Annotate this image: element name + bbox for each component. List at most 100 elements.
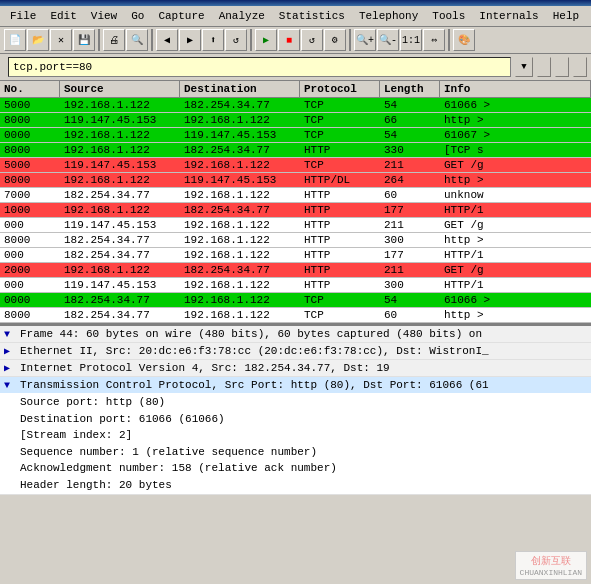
packet-cell-info: http > <box>440 173 591 187</box>
packet-cell-length: 60 <box>380 188 440 202</box>
menu-tools[interactable]: Tools <box>426 8 471 24</box>
packet-cell-info: HTTP/1 <box>440 278 591 292</box>
packet-cell-dest: 192.168.1.122 <box>180 218 300 232</box>
packet-cell-info: unknow <box>440 188 591 202</box>
packet-cell-info: HTTP/1 <box>440 203 591 217</box>
filter-clear-btn[interactable] <box>555 57 569 77</box>
packet-cell-protocol: TCP <box>300 158 380 172</box>
watermark-logo: 创新互联 <box>520 554 582 568</box>
btn-color[interactable]: 🎨 <box>453 29 475 51</box>
col-info[interactable]: Info <box>440 81 591 97</box>
filter-apply-btn[interactable] <box>573 57 587 77</box>
btn-new[interactable]: 📄 <box>4 29 26 51</box>
table-row[interactable]: 2000192.168.1.122182.254.34.77HTTP211GET… <box>0 263 591 278</box>
btn-back[interactable]: ◀ <box>156 29 178 51</box>
btn-capture-start[interactable]: ▶ <box>255 29 277 51</box>
packet-cell-dest: 119.147.45.153 <box>180 128 300 142</box>
packet-cell-length: 54 <box>380 98 440 112</box>
menu-internals[interactable]: Internals <box>473 8 544 24</box>
btn-go-to[interactable]: ⬆ <box>202 29 224 51</box>
menu-help[interactable]: Help <box>547 8 585 24</box>
btn-capture-stop[interactable]: ■ <box>278 29 300 51</box>
packet-cell-no: 8000 <box>0 143 60 157</box>
table-row[interactable]: 8000182.254.34.77192.168.1.122HTTP300htt… <box>0 233 591 248</box>
btn-reload[interactable]: ↺ <box>225 29 247 51</box>
table-row[interactable]: 0000182.254.34.77192.168.1.122TCP5461066… <box>0 293 591 308</box>
btn-open[interactable]: 📂 <box>27 29 49 51</box>
packet-cell-protocol: HTTP <box>300 233 380 247</box>
table-row[interactable]: 8000192.168.1.122119.147.45.153HTTP/DL26… <box>0 173 591 188</box>
filter-expression-btn[interactable] <box>537 57 551 77</box>
btn-forward[interactable]: ▶ <box>179 29 201 51</box>
table-row[interactable]: 000119.147.45.153192.168.1.122HTTP211GET… <box>0 218 591 233</box>
table-row[interactable]: 0000192.168.1.122119.147.45.153TCP546106… <box>0 128 591 143</box>
packet-cell-source: 119.147.45.153 <box>60 113 180 127</box>
menu-analyze[interactable]: Analyze <box>213 8 271 24</box>
col-source[interactable]: Source <box>60 81 180 97</box>
table-row[interactable]: 1000192.168.1.122182.254.34.77HTTP177HTT… <box>0 203 591 218</box>
packet-cell-source: 182.254.34.77 <box>60 233 180 247</box>
table-row[interactable]: 000182.254.34.77192.168.1.122HTTP177HTTP… <box>0 248 591 263</box>
detail-expand-icon-frame[interactable]: ▼ <box>4 329 16 340</box>
packet-cell-dest: 192.168.1.122 <box>180 158 300 172</box>
btn-zoom-in[interactable]: 🔍+ <box>354 29 376 51</box>
packet-cell-length: 264 <box>380 173 440 187</box>
table-row[interactable]: 5000192.168.1.122182.254.34.77TCP5461066… <box>0 98 591 113</box>
packet-cell-info: 61066 > <box>440 98 591 112</box>
btn-capture-options[interactable]: ⚙ <box>324 29 346 51</box>
table-row[interactable]: 5000119.147.45.153192.168.1.122TCP211GET… <box>0 158 591 173</box>
menu-go[interactable]: Go <box>125 8 150 24</box>
btn-find[interactable]: 🔍 <box>126 29 148 51</box>
btn-print[interactable]: 🖨 <box>103 29 125 51</box>
menu-telephony[interactable]: Telephony <box>353 8 424 24</box>
menu-statistics[interactable]: Statistics <box>273 8 351 24</box>
packet-cell-protocol: HTTP <box>300 248 380 262</box>
detail-title-tcp[interactable]: ▼Transmission Control Protocol, Src Port… <box>0 377 591 393</box>
detail-title-frame[interactable]: ▼Frame 44: 60 bytes on wire (480 bits), … <box>0 326 591 342</box>
col-dest[interactable]: Destination <box>180 81 300 97</box>
detail-line: Acknowledgment number: 158 (relative ack… <box>20 460 587 477</box>
packet-cell-no: 000 <box>0 248 60 262</box>
filter-input[interactable] <box>8 57 511 77</box>
packet-cell-length: 211 <box>380 218 440 232</box>
btn-zoom-reset[interactable]: 1:1 <box>400 29 422 51</box>
col-length[interactable]: Length <box>380 81 440 97</box>
packet-cell-length: 54 <box>380 293 440 307</box>
detail-expand-icon-tcp[interactable]: ▼ <box>4 380 16 391</box>
table-row[interactable]: 7000182.254.34.77192.168.1.122HTTP60unkn… <box>0 188 591 203</box>
table-row[interactable]: 8000182.254.34.77192.168.1.122TCP60http … <box>0 308 591 323</box>
detail-line: [Stream index: 2] <box>20 427 587 444</box>
btn-resize[interactable]: ⇔ <box>423 29 445 51</box>
detail-title-text-ip: Internet Protocol Version 4, Src: 182.25… <box>20 362 390 374</box>
table-row[interactable]: 8000119.147.45.153192.168.1.122TCP66http… <box>0 113 591 128</box>
col-protocol[interactable]: Protocol <box>300 81 380 97</box>
detail-expand-icon-ip[interactable]: ▶ <box>4 362 16 374</box>
packet-cell-no: 8000 <box>0 233 60 247</box>
detail-line: Header length: 20 bytes <box>20 477 587 494</box>
menu-file[interactable]: File <box>4 8 42 24</box>
filter-dropdown[interactable]: ▼ <box>515 57 533 77</box>
packet-cell-info: 61066 > <box>440 293 591 307</box>
detail-expand-icon-ethernet[interactable]: ▶ <box>4 345 16 357</box>
btn-capture-restart[interactable]: ↺ <box>301 29 323 51</box>
detail-title-ethernet[interactable]: ▶Ethernet II, Src: 20:dc:e6:f3:78:cc (20… <box>0 343 591 359</box>
table-row[interactable]: 8000192.168.1.122182.254.34.77HTTP330[TC… <box>0 143 591 158</box>
sep1 <box>98 29 100 51</box>
col-no[interactable]: No. <box>0 81 60 97</box>
packet-cell-source: 192.168.1.122 <box>60 128 180 142</box>
packet-header: No. Source Destination Protocol Length I… <box>0 81 591 98</box>
table-row[interactable]: 000119.147.45.153192.168.1.122HTTP300HTT… <box>0 278 591 293</box>
packet-cell-dest: 182.254.34.77 <box>180 203 300 217</box>
packet-cell-dest: 192.168.1.122 <box>180 308 300 322</box>
btn-zoom-out[interactable]: 🔍- <box>377 29 399 51</box>
packet-cell-length: 300 <box>380 233 440 247</box>
menu-view[interactable]: View <box>85 8 123 24</box>
packet-cell-protocol: HTTP <box>300 278 380 292</box>
btn-close[interactable]: ✕ <box>50 29 72 51</box>
menu-capture[interactable]: Capture <box>152 8 210 24</box>
btn-save[interactable]: 💾 <box>73 29 95 51</box>
packet-cell-protocol: HTTP <box>300 263 380 277</box>
packet-cell-no: 7000 <box>0 188 60 202</box>
detail-title-ip[interactable]: ▶ Internet Protocol Version 4, Src: 182.2… <box>0 360 591 376</box>
menu-edit[interactable]: Edit <box>44 8 82 24</box>
